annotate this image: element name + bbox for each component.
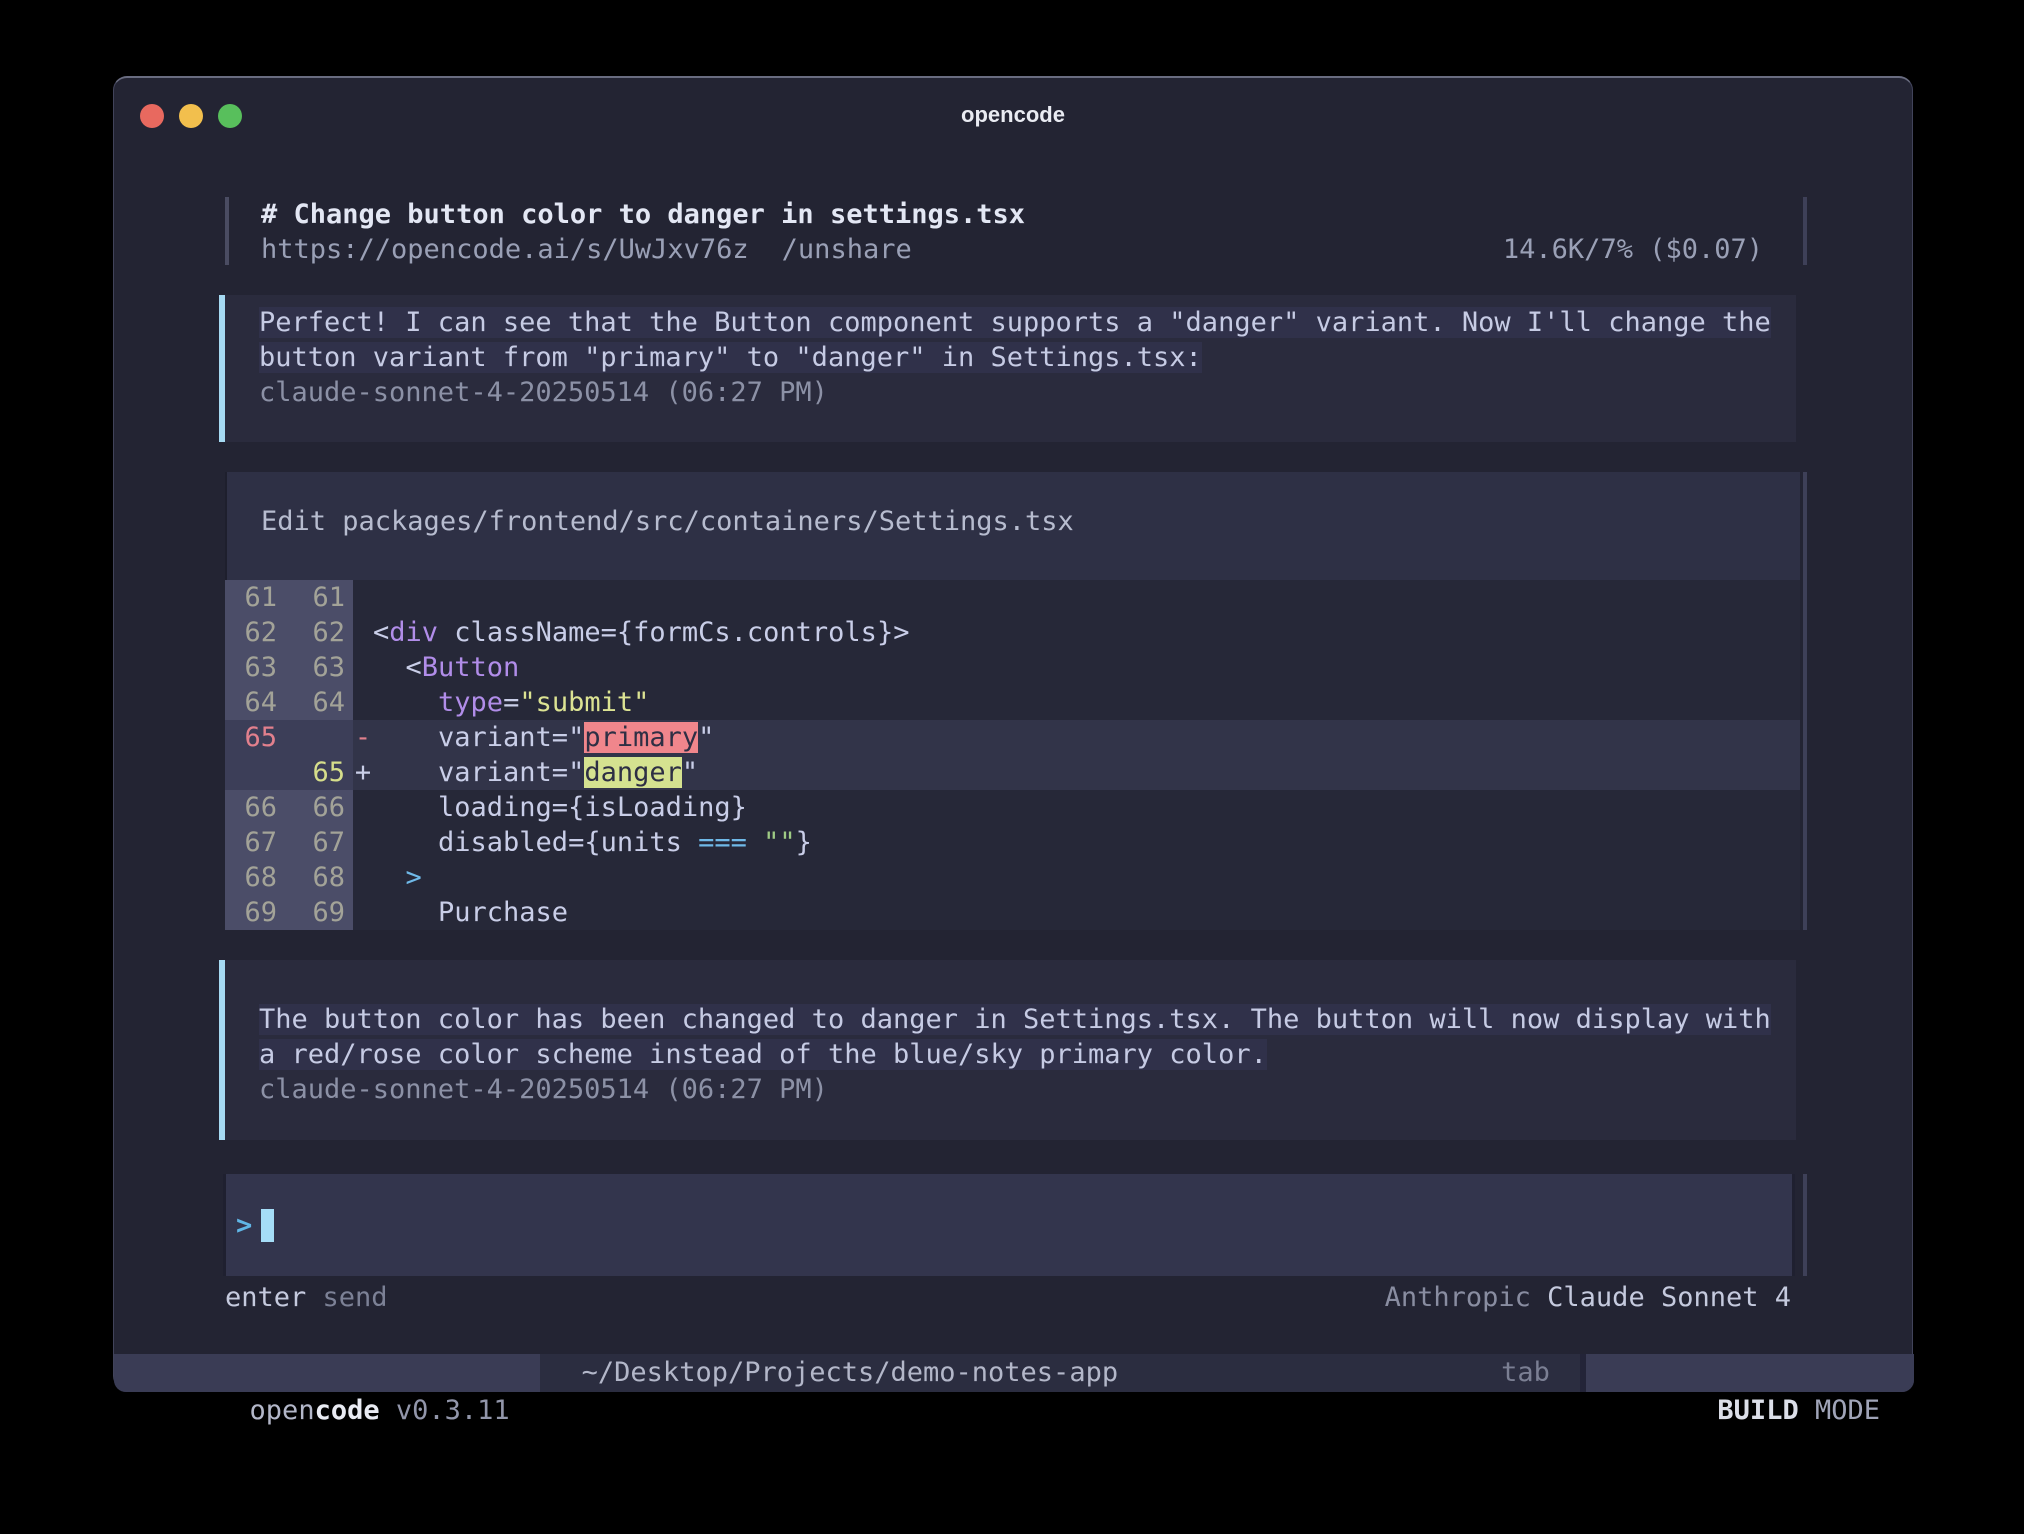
old-line-number: 65: [225, 720, 289, 755]
diff-code-line: Purchase: [353, 895, 1800, 930]
diff-marker: [353, 580, 373, 615]
diff-row: 6666 loading={isLoading}: [225, 790, 1800, 825]
edit-file-path: packages/frontend/src/containers/Setting…: [342, 506, 1074, 537]
diff-marker: [353, 895, 373, 930]
prompt-input[interactable]: >: [223, 1174, 1795, 1276]
window-title: opencode: [114, 97, 1912, 132]
text-cursor: [261, 1209, 274, 1242]
diff-code-line: <Button: [353, 650, 1800, 685]
diff-row: 6161: [225, 580, 1800, 615]
diff-marker: [353, 825, 373, 860]
message-line: The button color has been changed to dan…: [259, 1002, 1796, 1037]
diff-row: 6767 disabled={units === ""}: [225, 825, 1800, 860]
old-line-number: 66: [225, 790, 289, 825]
context-usage: 14.6K/7% ($0.07): [1503, 232, 1763, 267]
message-line: Perfect! I can see that the Button compo…: [259, 305, 1796, 340]
diff-code-line: + variant="danger": [353, 755, 1800, 790]
diff-code-line: - variant="primary": [353, 720, 1800, 755]
diff-marker: +: [353, 755, 373, 790]
assistant-message: The button color has been changed to dan…: [219, 960, 1796, 1140]
opencode-window: opencode # Change button color to danger…: [113, 76, 1913, 1390]
diff-row: 6868 >: [225, 860, 1800, 895]
header-right-rule: [1803, 197, 1807, 265]
new-line-number: 61: [289, 580, 353, 615]
diff-marker: -: [353, 720, 373, 755]
diff-row: 6262 <div className={formCs.controls}>: [225, 615, 1800, 650]
old-line-number: 63: [225, 650, 289, 685]
new-line-number: [289, 720, 353, 755]
assistant-message: Perfect! I can see that the Button compo…: [219, 295, 1796, 442]
unshare-command: /unshare: [782, 232, 912, 267]
message-meta: claude-sonnet-4-20250514 (06:27 PM): [259, 375, 1796, 410]
diff-table: 6161 6262 <div className={formCs.control…: [225, 580, 1800, 930]
diff-marker: [353, 790, 373, 825]
diff-marker: [353, 685, 373, 720]
tab-key-hint: tab: [1501, 1354, 1550, 1392]
model-indicator: Anthropic Claude Sonnet 4: [1385, 1280, 1791, 1315]
new-line-number: 67: [289, 825, 353, 860]
edit-block-right-rule: [1803, 472, 1807, 930]
diff-row: 6464 type="submit": [225, 685, 1800, 720]
diff-row: 65+ variant="danger": [225, 755, 1800, 790]
old-line-number: 67: [225, 825, 289, 860]
new-line-number: 64: [289, 685, 353, 720]
edit-action: Edit: [261, 506, 342, 537]
diff-code-line: loading={isLoading}: [353, 790, 1800, 825]
old-line-number: [225, 755, 289, 790]
new-line-number: 63: [289, 650, 353, 685]
message-meta: claude-sonnet-4-20250514 (06:27 PM): [259, 1072, 1796, 1107]
diff-marker: [353, 615, 373, 650]
diff-marker: [353, 650, 373, 685]
new-line-number: 65: [289, 755, 353, 790]
old-line-number: 69: [225, 895, 289, 930]
old-line-number: 62: [225, 615, 289, 650]
new-line-number: 62: [289, 615, 353, 650]
edit-tool-block: Edit packages/frontend/src/containers/Se…: [225, 472, 1800, 930]
diff-row: 6969 Purchase: [225, 895, 1800, 930]
old-line-number: 68: [225, 860, 289, 895]
mode-segment[interactable]: BUILD MODE: [1586, 1354, 1914, 1392]
diff-code-line: <div className={formCs.controls}>: [353, 615, 1800, 650]
diff-code-line: type="submit": [353, 685, 1800, 720]
status-bar: opencode v0.3.11 ~/Desktop/Projects/demo…: [114, 1354, 1914, 1392]
session-header: # Change button color to danger in setti…: [225, 197, 1803, 267]
working-directory: ~/Desktop/Projects/demo-notes-app: [582, 1354, 1118, 1392]
hint-row: enter send Anthropic Claude Sonnet 4: [225, 1280, 1803, 1315]
old-line-number: 64: [225, 685, 289, 720]
diff-code-line: [353, 580, 1800, 615]
prompt-symbol: >: [236, 1208, 252, 1243]
input-right-rule: [1803, 1174, 1807, 1276]
diff-code-line: >: [353, 860, 1800, 895]
old-line-number: 61: [225, 580, 289, 615]
message-line: a red/rose color scheme instead of the b…: [259, 1037, 1796, 1072]
new-line-number: 66: [289, 790, 353, 825]
message-line: button variant from "primary" to "danger…: [259, 340, 1796, 375]
new-line-number: 69: [289, 895, 353, 930]
send-hint: enter send: [225, 1280, 388, 1315]
diff-row: 6363 <Button: [225, 650, 1800, 685]
edit-tool-header: Edit packages/frontend/src/containers/Se…: [227, 472, 1800, 575]
window-titlebar: opencode: [114, 78, 1912, 148]
app-version-segment: opencode v0.3.11: [114, 1354, 540, 1392]
diff-row: 65 - variant="primary": [225, 720, 1800, 755]
diff-marker: [353, 860, 373, 895]
session-title: # Change button color to danger in setti…: [261, 197, 1803, 232]
status-divider: [1580, 1354, 1586, 1392]
new-line-number: 68: [289, 860, 353, 895]
share-url: https://opencode.ai/s/UwJxv76z: [261, 232, 749, 267]
diff-code-line: disabled={units === ""}: [353, 825, 1800, 860]
